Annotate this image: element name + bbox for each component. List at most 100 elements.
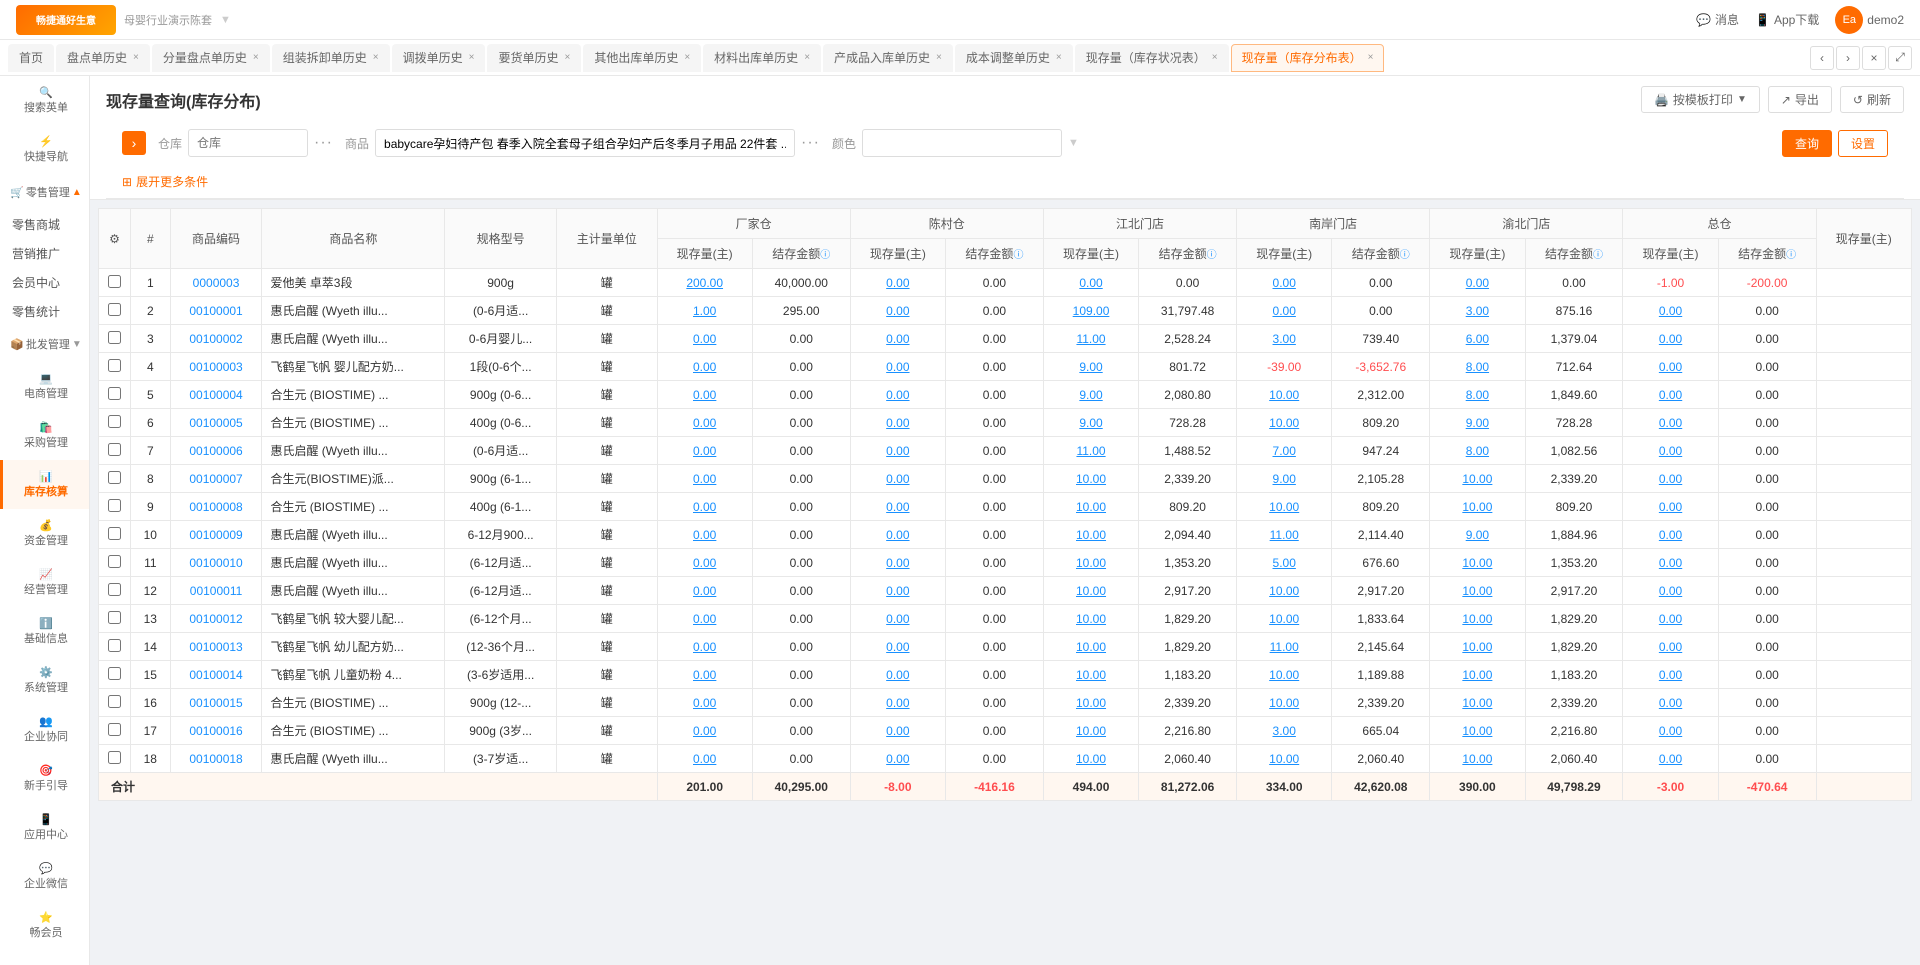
row-v-stock[interactable]: 0.00 [850, 577, 945, 605]
row-f-stock[interactable]: 0.00 [657, 577, 752, 605]
tab-5-close[interactable]: × [564, 52, 570, 63]
expand-conditions-btn[interactable]: ⊞ 展开更多条件 [122, 173, 208, 190]
row-gear[interactable] [99, 353, 131, 381]
row-yb-stock[interactable]: 10.00 [1430, 577, 1525, 605]
row-t-stock[interactable]: 0.00 [1623, 493, 1718, 521]
row-f-stock[interactable]: 0.00 [657, 381, 752, 409]
row-f-stock[interactable]: 0.00 [657, 549, 752, 577]
row-v-stock[interactable]: 0.00 [850, 381, 945, 409]
tab-6[interactable]: 其他出库单历史 × [583, 44, 701, 72]
row-t-stock[interactable]: 0.00 [1623, 549, 1718, 577]
tab-home[interactable]: 首页 [8, 44, 54, 72]
tab-9-close[interactable]: × [1056, 52, 1062, 63]
row-checkbox[interactable] [108, 471, 121, 484]
filter-expand-btn[interactable]: › [122, 131, 146, 155]
row-jb-stock[interactable]: 10.00 [1043, 745, 1138, 773]
row-jb-stock[interactable]: 10.00 [1043, 717, 1138, 745]
row-t-stock[interactable]: 0.00 [1623, 297, 1718, 325]
row-f-stock[interactable]: 0.00 [657, 633, 752, 661]
row-yb-stock[interactable]: 10.00 [1430, 661, 1525, 689]
gear-icon[interactable]: ⚙ [109, 232, 120, 246]
sidebar-sub-retailstats[interactable]: 零售统计 [0, 297, 89, 326]
row-checkbox[interactable] [108, 527, 121, 540]
row-yb-stock[interactable]: 10.00 [1430, 465, 1525, 493]
row-jb-stock[interactable]: 11.00 [1043, 325, 1138, 353]
warehouse-input[interactable] [188, 129, 308, 157]
warehouse-dots[interactable]: ··· [314, 134, 333, 152]
row-f-stock[interactable]: 0.00 [657, 409, 752, 437]
row-v-stock[interactable]: 0.00 [850, 661, 945, 689]
sidebar-sub-member[interactable]: 会员中心 [0, 268, 89, 297]
row-yb-stock[interactable]: 9.00 [1430, 409, 1525, 437]
row-v-stock[interactable]: 0.00 [850, 605, 945, 633]
tab-4-close[interactable]: × [469, 52, 475, 63]
tab-2-close[interactable]: × [253, 52, 259, 63]
row-f-stock[interactable]: 0.00 [657, 689, 752, 717]
row-na-stock[interactable]: 10.00 [1237, 409, 1332, 437]
row-yb-stock[interactable]: 10.00 [1430, 717, 1525, 745]
row-yb-stock[interactable]: 10.00 [1430, 605, 1525, 633]
row-checkbox[interactable] [108, 639, 121, 652]
tab-7-close[interactable]: × [804, 52, 810, 63]
row-f-stock[interactable]: 0.00 [657, 325, 752, 353]
row-f-stock[interactable]: 0.00 [657, 717, 752, 745]
sidebar-item-business[interactable]: 📈 经营管理 [0, 558, 89, 607]
product-dots[interactable]: ··· [801, 134, 820, 152]
row-t-stock[interactable]: 0.00 [1623, 633, 1718, 661]
tab-2[interactable]: 分量盘点单历史 × [152, 44, 270, 72]
sidebar-item-inventory[interactable]: 📊 库存核算 [0, 460, 89, 509]
row-na-stock[interactable]: 7.00 [1237, 437, 1332, 465]
row-na-stock[interactable]: 0.00 [1237, 269, 1332, 297]
row-yb-stock[interactable]: 8.00 [1430, 353, 1525, 381]
tab-9[interactable]: 成本调整单历史 × [955, 44, 1073, 72]
row-gear[interactable] [99, 269, 131, 297]
row-gear[interactable] [99, 577, 131, 605]
tab-next-btn[interactable]: › [1836, 46, 1860, 70]
row-f-stock[interactable]: 0.00 [657, 521, 752, 549]
row-na-stock[interactable]: 10.00 [1237, 689, 1332, 717]
row-jb-stock[interactable]: 10.00 [1043, 465, 1138, 493]
tab-8-close[interactable]: × [936, 52, 942, 63]
color-dropdown[interactable]: ▼ [1068, 137, 1079, 149]
row-checkbox[interactable] [108, 359, 121, 372]
row-yb-stock[interactable]: 3.00 [1430, 297, 1525, 325]
row-jb-stock[interactable]: 10.00 [1043, 689, 1138, 717]
row-t-stock[interactable]: 0.00 [1623, 353, 1718, 381]
row-yb-stock[interactable]: 0.00 [1430, 269, 1525, 297]
row-gear[interactable] [99, 521, 131, 549]
row-na-stock[interactable]: 5.00 [1237, 549, 1332, 577]
row-jb-stock[interactable]: 10.00 [1043, 549, 1138, 577]
row-v-stock[interactable]: 0.00 [850, 521, 945, 549]
row-f-stock[interactable]: 0.00 [657, 605, 752, 633]
row-f-stock[interactable]: 0.00 [657, 745, 752, 773]
sidebar-item-purchase[interactable]: 🛍️ 采购管理 [0, 411, 89, 460]
row-checkbox[interactable] [108, 583, 121, 596]
tab-1[interactable]: 盘点单历史 × [56, 44, 150, 72]
row-checkbox[interactable] [108, 555, 121, 568]
tab-11-close[interactable]: × [1368, 52, 1374, 63]
row-jb-stock[interactable]: 9.00 [1043, 409, 1138, 437]
row-t-stock[interactable]: 0.00 [1623, 465, 1718, 493]
row-na-stock[interactable]: 10.00 [1237, 661, 1332, 689]
row-na-stock[interactable]: 10.00 [1237, 577, 1332, 605]
row-yb-stock[interactable]: 10.00 [1430, 633, 1525, 661]
row-jb-stock[interactable]: 9.00 [1043, 353, 1138, 381]
setting-btn[interactable]: 设置 [1838, 130, 1888, 157]
tab-1-close[interactable]: × [133, 52, 139, 63]
subtitle-dropdown[interactable]: ▼ [220, 14, 231, 26]
row-yb-stock[interactable]: 10.00 [1430, 745, 1525, 773]
row-t-stock[interactable]: -1.00 [1623, 269, 1718, 297]
product-input[interactable] [375, 129, 795, 157]
row-jb-stock[interactable]: 10.00 [1043, 493, 1138, 521]
row-yb-stock[interactable]: 9.00 [1430, 521, 1525, 549]
row-checkbox[interactable] [108, 387, 121, 400]
row-v-stock[interactable]: 0.00 [850, 353, 945, 381]
sidebar-item-finance[interactable]: 💰 资金管理 [0, 509, 89, 558]
tab-prev-btn[interactable]: ‹ [1810, 46, 1834, 70]
row-f-stock[interactable]: 200.00 [657, 269, 752, 297]
row-gear[interactable] [99, 549, 131, 577]
row-na-stock[interactable]: 10.00 [1237, 745, 1332, 773]
tab-expand-btn[interactable]: ⤢ [1888, 46, 1912, 70]
row-checkbox[interactable] [108, 667, 121, 680]
tab-3[interactable]: 组装拆卸单历史 × [272, 44, 390, 72]
